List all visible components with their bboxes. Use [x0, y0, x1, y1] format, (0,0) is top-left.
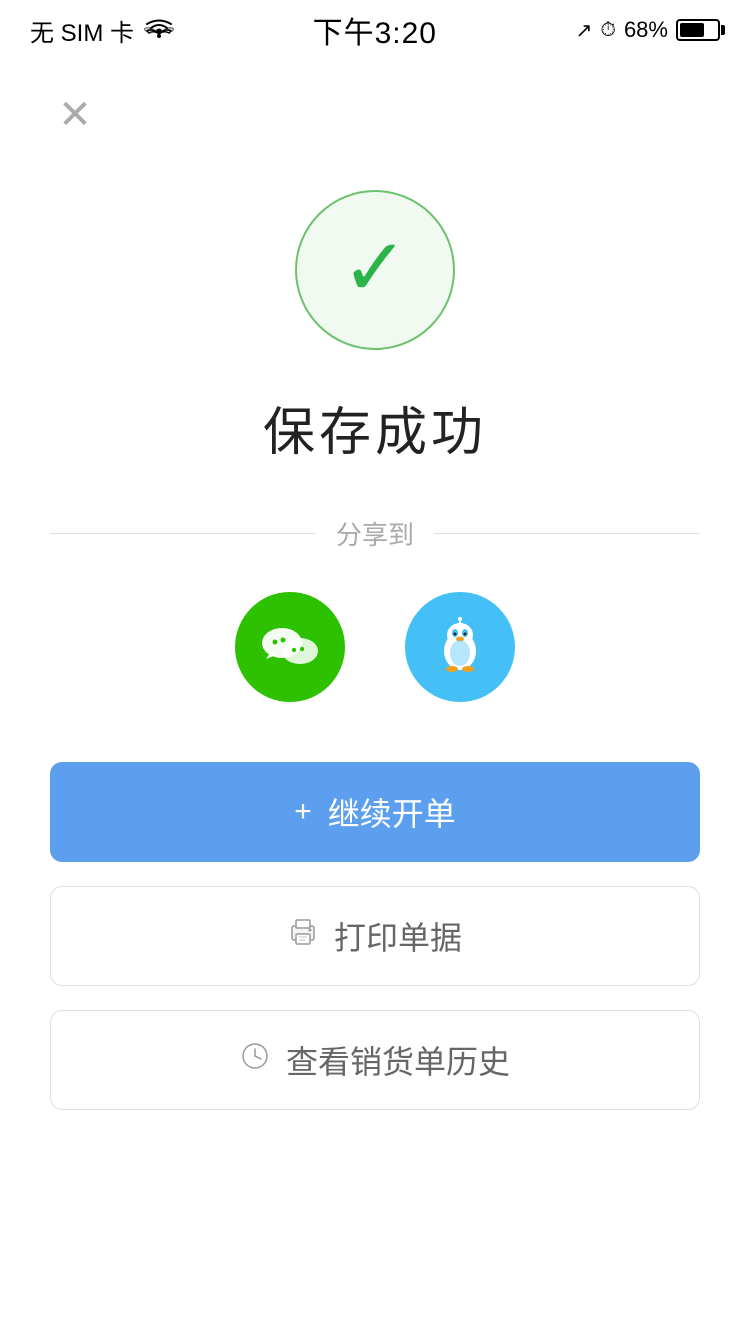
- wechat-icon: [258, 615, 323, 680]
- divider-line-right: [434, 533, 700, 534]
- main-content: ✕ ✓ 保存成功 分享到: [0, 60, 750, 1110]
- success-icon-circle: ✓: [295, 190, 455, 350]
- status-left: 无 SIM 卡: [30, 13, 174, 48]
- alarm-icon: ⏱: [600, 19, 616, 42]
- close-icon: ✕: [58, 95, 92, 135]
- status-time: 下午3:20: [313, 8, 437, 52]
- checkmark-icon: ✓: [341, 228, 408, 308]
- share-divider: 分享到: [50, 515, 700, 552]
- print-icon: [288, 918, 318, 954]
- close-button-row: ✕: [50, 60, 700, 160]
- continue-button[interactable]: + 继续开单: [50, 762, 700, 862]
- no-sim-label: 无 SIM 卡: [30, 13, 134, 48]
- history-button[interactable]: 查看销货单历史: [50, 1010, 700, 1110]
- success-title: 保存成功: [263, 390, 487, 465]
- continue-label: 继续开单: [328, 789, 456, 835]
- history-icon: [240, 1041, 270, 1079]
- close-button[interactable]: ✕: [50, 90, 100, 140]
- history-label: 查看销货单历史: [286, 1037, 510, 1083]
- qq-share-button[interactable]: [405, 592, 515, 702]
- wechat-share-button[interactable]: [235, 592, 345, 702]
- qq-icon: [430, 617, 490, 677]
- plus-icon: +: [294, 795, 312, 829]
- print-label: 打印单据: [334, 913, 462, 959]
- action-buttons: + 继续开单 打印单据: [50, 762, 700, 1110]
- status-bar: 无 SIM 卡 下午3:20 ↗ ⏱ 68%: [0, 0, 750, 60]
- share-icons-row: [235, 592, 515, 702]
- battery-icon: [676, 19, 720, 41]
- divider-line-left: [50, 533, 316, 534]
- location-icon: ↗: [576, 18, 593, 43]
- battery-percent: 68%: [624, 17, 668, 43]
- share-label: 分享到: [336, 515, 414, 552]
- status-right: ↗ ⏱ 68%: [576, 17, 720, 43]
- wifi-icon: [144, 16, 174, 45]
- print-button[interactable]: 打印单据: [50, 886, 700, 986]
